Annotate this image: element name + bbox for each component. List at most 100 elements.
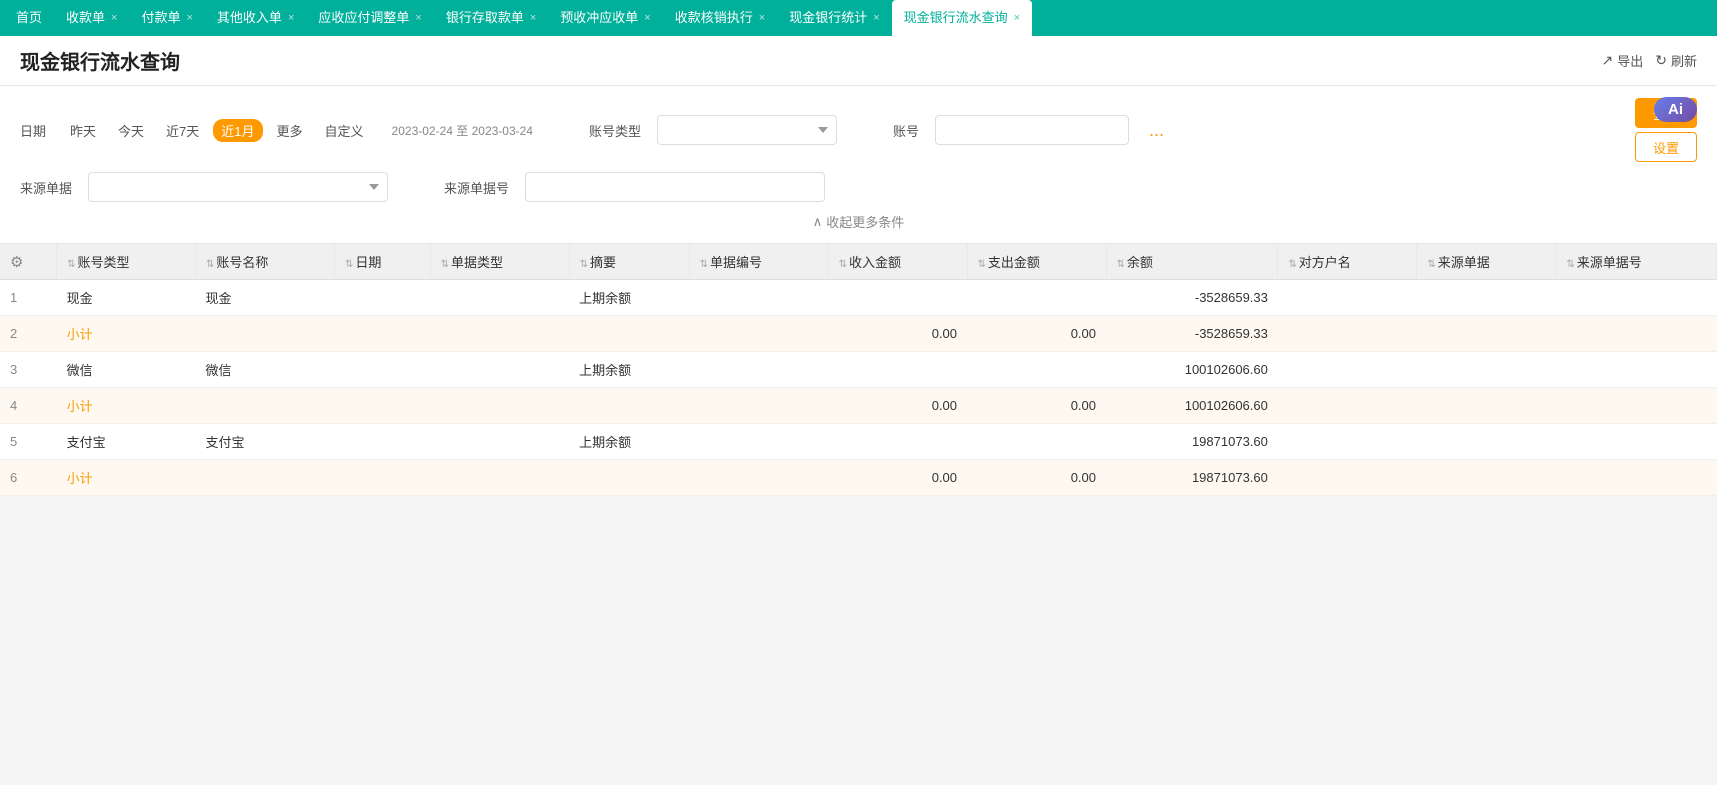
account-type-label: 账号类型 xyxy=(589,121,641,140)
col-account-type[interactable]: ⇅账号类型 xyxy=(57,244,196,280)
nav-adjustment-close[interactable]: × xyxy=(415,0,421,36)
nav-verify[interactable]: 收款核销执行 × xyxy=(663,0,777,36)
table-header-row: ⚙ ⇅账号类型 ⇅账号名称 ⇅日期 ⇅单据类型 ⇅摘要 ⇅单据编号 ⇅收入金额 … xyxy=(0,244,1717,280)
col-doc-no[interactable]: ⇅单据编号 xyxy=(689,244,828,280)
cell-account-name xyxy=(196,388,335,424)
setting-button[interactable]: 设置 xyxy=(1635,132,1697,162)
col-expense[interactable]: ⇅支出金额 xyxy=(967,244,1106,280)
col-source-doc[interactable]: ⇅来源单据 xyxy=(1417,244,1556,280)
collapse-label: 收起更多条件 xyxy=(826,212,904,231)
col-gear[interactable]: ⚙ xyxy=(0,244,57,280)
cell-expense xyxy=(967,280,1106,316)
cell-source-doc-no xyxy=(1556,352,1717,388)
cell-date xyxy=(335,460,431,496)
cell-income: 0.00 xyxy=(828,316,967,352)
sort-icon-summary: ⇅ xyxy=(580,259,588,270)
table-row[interactable]: 5支付宝支付宝上期余额19871073.60 xyxy=(0,424,1717,460)
cell-source-doc-no xyxy=(1556,316,1717,352)
nav-bank-deposit-label: 银行存取款单 xyxy=(446,0,524,36)
source-doc-no-input[interactable] xyxy=(525,172,825,202)
cell-source-doc xyxy=(1417,316,1556,352)
cell-doc-no xyxy=(689,424,828,460)
date-range: 2023-02-24 至 2023-03-24 xyxy=(392,122,533,139)
nav-receipt-label: 收款单 xyxy=(66,0,105,36)
source-doc-select[interactable] xyxy=(88,172,388,202)
table-row[interactable]: 3微信微信上期余额100102606.60 xyxy=(0,352,1717,388)
sort-icon-doc-type: ⇅ xyxy=(441,259,449,270)
filter-row-date: 日期 昨天 今天 近7天 近1月 更多 自定义 2023-02-24 至 202… xyxy=(20,98,1697,162)
cell-account-type: 小计 xyxy=(57,316,196,352)
cell-income: 0.00 xyxy=(828,460,967,496)
shortcut-7days[interactable]: 近7天 xyxy=(158,119,207,142)
col-summary[interactable]: ⇅摘要 xyxy=(569,244,689,280)
cell-counterparty xyxy=(1278,424,1417,460)
shortcut-custom[interactable]: 自定义 xyxy=(317,119,372,142)
cell-counterparty xyxy=(1278,316,1417,352)
nav-payment[interactable]: 付款单 × xyxy=(129,0,204,36)
nav-flow[interactable]: 现金银行流水查询 × xyxy=(892,0,1032,36)
cell-doc-type xyxy=(430,280,569,316)
account-dots[interactable]: ... xyxy=(1149,120,1164,141)
cell-account-type: 现金 xyxy=(57,280,196,316)
shortcut-more[interactable]: 更多 xyxy=(269,119,311,142)
nav-advance[interactable]: 预收冲应收单 × xyxy=(548,0,662,36)
refresh-button[interactable]: ↻ 刷新 xyxy=(1655,51,1697,70)
gear-icon[interactable]: ⚙ xyxy=(10,254,23,271)
col-account-name[interactable]: ⇅账号名称 xyxy=(196,244,335,280)
nav-other-income[interactable]: 其他收入单 × xyxy=(205,0,306,36)
nav-payment-close[interactable]: × xyxy=(186,0,192,36)
collapse-row: ∧ 收起更多条件 xyxy=(20,212,1697,231)
cell-doc-type xyxy=(430,388,569,424)
table-row[interactable]: 6小计0.000.0019871073.60 xyxy=(0,460,1717,496)
nav-advance-close[interactable]: × xyxy=(644,0,650,36)
cell-income xyxy=(828,280,967,316)
nav-receipt[interactable]: 收款单 × xyxy=(54,0,129,36)
col-doc-type[interactable]: ⇅单据类型 xyxy=(430,244,569,280)
cell-account-type: 支付宝 xyxy=(57,424,196,460)
shortcut-yesterday[interactable]: 昨天 xyxy=(62,119,104,142)
cell-income: 0.00 xyxy=(828,388,967,424)
table-row[interactable]: 1现金现金上期余额-3528659.33 xyxy=(0,280,1717,316)
cell-account-type: 微信 xyxy=(57,352,196,388)
account-type-select[interactable] xyxy=(657,115,837,145)
cell-num: 1 xyxy=(0,280,57,316)
collapse-button[interactable]: ∧ 收起更多条件 xyxy=(813,212,905,231)
date-label: 日期 xyxy=(20,121,46,140)
table-row[interactable]: 4小计0.000.00100102606.60 xyxy=(0,388,1717,424)
nav-bank-deposit-close[interactable]: × xyxy=(530,0,536,36)
nav-home[interactable]: 首页 xyxy=(4,0,54,36)
cell-balance: 100102606.60 xyxy=(1106,352,1278,388)
cell-num: 4 xyxy=(0,388,57,424)
nav-receipt-close[interactable]: × xyxy=(111,0,117,36)
cell-account-name xyxy=(196,316,335,352)
ai-badge[interactable]: Ai xyxy=(1654,97,1697,122)
table-row[interactable]: 2小计0.000.00-3528659.33 xyxy=(0,316,1717,352)
export-button[interactable]: ↗ 导出 xyxy=(1602,51,1644,70)
account-input[interactable] xyxy=(935,115,1129,145)
nav-flow-close[interactable]: × xyxy=(1014,0,1020,36)
col-date[interactable]: ⇅日期 xyxy=(335,244,431,280)
page-header: 现金银行流水查询 ↗ 导出 ↻ 刷新 xyxy=(0,36,1717,86)
sort-icon-balance: ⇅ xyxy=(1117,259,1125,270)
account-label: 账号 xyxy=(893,121,919,140)
nav-verify-close[interactable]: × xyxy=(759,0,765,36)
shortcut-1month[interactable]: 近1月 xyxy=(213,119,262,142)
col-counterparty[interactable]: ⇅对方户名 xyxy=(1278,244,1417,280)
cell-num: 2 xyxy=(0,316,57,352)
nav-other-income-label: 其他收入单 xyxy=(217,0,282,36)
cell-balance: 19871073.60 xyxy=(1106,424,1278,460)
nav-home-label: 首页 xyxy=(16,0,42,36)
col-income[interactable]: ⇅收入金额 xyxy=(828,244,967,280)
shortcut-today[interactable]: 今天 xyxy=(110,119,152,142)
nav-other-income-close[interactable]: × xyxy=(288,0,294,36)
col-source-doc-no[interactable]: ⇅来源单据号 xyxy=(1556,244,1717,280)
col-balance[interactable]: ⇅余额 xyxy=(1106,244,1278,280)
nav-bank-deposit[interactable]: 银行存取款单 × xyxy=(434,0,548,36)
cell-summary xyxy=(569,460,689,496)
nav-stats[interactable]: 现金银行统计 × xyxy=(777,0,891,36)
nav-stats-close[interactable]: × xyxy=(873,0,879,36)
cell-summary xyxy=(569,388,689,424)
cell-doc-no xyxy=(689,316,828,352)
nav-adjustment[interactable]: 应收应付调整单 × xyxy=(306,0,433,36)
sort-icon-account-type: ⇅ xyxy=(67,259,75,270)
